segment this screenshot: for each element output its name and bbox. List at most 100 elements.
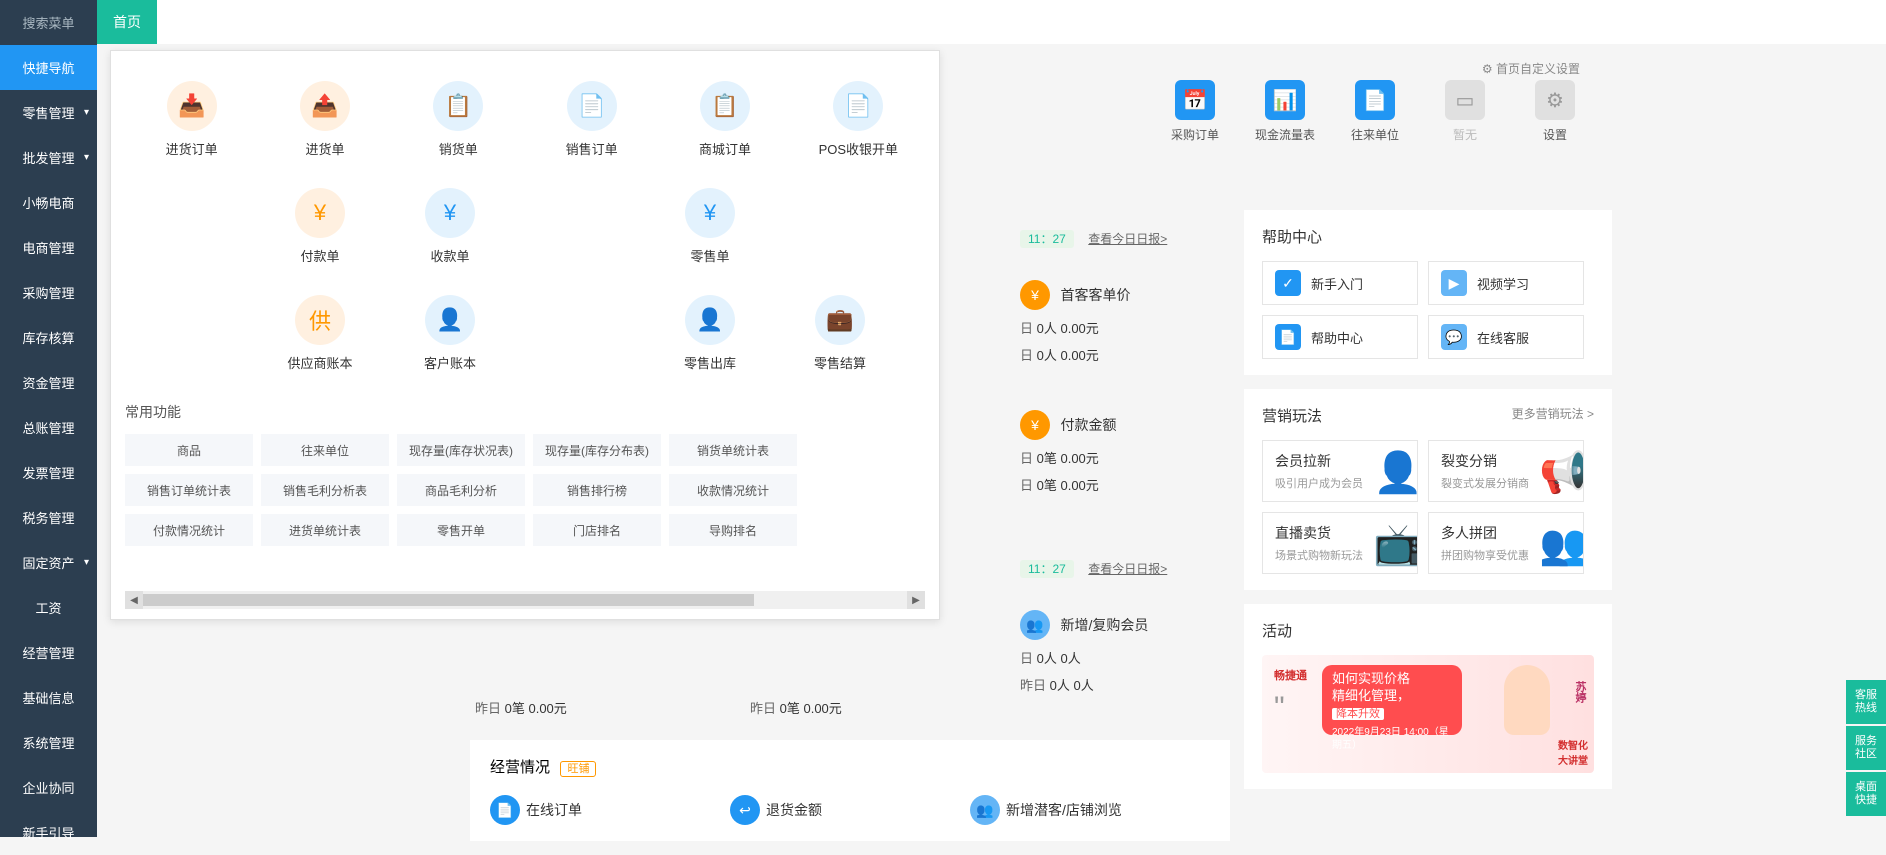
- func-sales-stat[interactable]: 销货单统计表: [669, 434, 797, 466]
- help-getting-started[interactable]: ✓新手入门: [1262, 261, 1418, 305]
- func-salesorder-stat[interactable]: 销售订单统计表: [125, 474, 253, 506]
- func-partner[interactable]: 往来单位: [261, 434, 389, 466]
- tab-home[interactable]: 首页: [97, 0, 157, 44]
- flow-label: 进货单: [305, 139, 344, 158]
- money-icon: ¥: [295, 188, 345, 238]
- scroll-thumb[interactable]: [143, 594, 754, 606]
- doc-icon: 📄: [1355, 80, 1395, 120]
- sidebar-item-tax[interactable]: 税务管理: [0, 495, 97, 540]
- help-video[interactable]: ▶视频学习: [1428, 261, 1584, 305]
- float-desktop[interactable]: 桌面快捷: [1846, 772, 1886, 816]
- biz-title: 经营情况: [490, 759, 550, 776]
- flow-mall-order[interactable]: 📋商城订单: [660, 81, 790, 158]
- promo-fission[interactable]: 裂变分销裂变式发展分销商📢: [1428, 440, 1584, 502]
- flow-payment[interactable]: ¥付款单: [255, 188, 385, 265]
- promo-member[interactable]: 会员拉新吸引用户成为会员👤: [1262, 440, 1418, 502]
- promo-group[interactable]: 多人拼团拼团购物享受优惠👥: [1428, 512, 1584, 574]
- func-store-rank[interactable]: 门店排名: [533, 514, 661, 546]
- sidebar-item-ecommerce[interactable]: 电商管理: [0, 225, 97, 270]
- shortcut-purchase-order[interactable]: 📅采购订单: [1150, 80, 1240, 143]
- flow-label: 零售单: [690, 246, 729, 265]
- scroll-track[interactable]: [143, 594, 907, 606]
- scroll-left-icon[interactable]: ◀: [125, 591, 143, 609]
- func-receipt-stat[interactable]: 收款情况统计: [669, 474, 797, 506]
- biz-online-order[interactable]: 📄在线订单: [490, 795, 730, 825]
- biz-refund[interactable]: ↩退货金额: [730, 795, 970, 825]
- flow-sales-order[interactable]: 📄销售订单: [527, 81, 657, 158]
- stat-line: 日 0笔 0.00元: [1020, 475, 1220, 494]
- activity-title: 活动: [1262, 620, 1594, 641]
- func-product-profit[interactable]: 商品毛利分析: [397, 474, 525, 506]
- flow-sales-bill[interactable]: 📋销货单: [393, 81, 523, 158]
- sidebar-item-guide[interactable]: 新手引导: [0, 810, 97, 855]
- sidebar-item-system[interactable]: 系统管理: [0, 720, 97, 765]
- sidebar-item-quicknav[interactable]: 快捷导航: [0, 45, 97, 90]
- promo-live[interactable]: 直播卖货场景式购物新玩法📺: [1262, 512, 1418, 574]
- report-time-badge: 11：27: [1020, 230, 1074, 248]
- scroll-right-icon[interactable]: ▶: [907, 591, 925, 609]
- flow-purchase-order[interactable]: 📥进货订单: [127, 81, 257, 158]
- sidebar-item-enterprise[interactable]: 企业协同: [0, 765, 97, 810]
- shortcut-label: 往来单位: [1351, 126, 1399, 143]
- sidebar-item-salary[interactable]: 工资: [0, 585, 97, 630]
- flow-pos-bill[interactable]: 📄POS收银开单: [793, 81, 923, 158]
- float-community[interactable]: 服务社区: [1846, 726, 1886, 770]
- sidebar-item-invoice[interactable]: 发票管理: [0, 450, 97, 495]
- flow-label: POS收银开单: [819, 139, 898, 158]
- biz-new-visitor[interactable]: 👥新增潜客/店铺浏览: [970, 795, 1210, 825]
- sidebar-item-wholesale[interactable]: 批发管理▾: [0, 135, 97, 180]
- flow-retail-out[interactable]: 👤零售出库: [645, 295, 775, 372]
- sidebar-item-assets[interactable]: 固定资产▾: [0, 540, 97, 585]
- shortcut-cashflow[interactable]: 📊现金流量表: [1240, 80, 1330, 143]
- shortcut-partner[interactable]: 📄 往来单位: [1330, 80, 1420, 143]
- help-title: 帮助中心: [1262, 226, 1594, 247]
- list-icon: 📋: [433, 81, 483, 131]
- float-hotline[interactable]: 客服热线: [1846, 680, 1886, 724]
- func-stock-dist[interactable]: 现存量(库存分布表): [533, 434, 661, 466]
- sidebar-item-inventory[interactable]: 库存核算: [0, 315, 97, 360]
- chat-icon: 💬: [1441, 324, 1467, 350]
- customize-home-link[interactable]: 首页自定义设置: [1482, 60, 1580, 77]
- gear-icon: ⚙: [1535, 80, 1575, 120]
- func-product[interactable]: 商品: [125, 434, 253, 466]
- func-stock-status[interactable]: 现存量(库存状况表): [397, 434, 525, 466]
- stat-line: 日 0人 0.00元: [1020, 345, 1220, 364]
- shortcut-settings[interactable]: ⚙设置: [1510, 80, 1600, 143]
- marketing-more-link[interactable]: 更多营销玩法 >: [1512, 405, 1594, 422]
- flow-receipt[interactable]: ¥收款单: [385, 188, 515, 265]
- func-sales-profit[interactable]: 销售毛利分析表: [261, 474, 389, 506]
- view-daily-report-link[interactable]: 查看今日日报>: [1088, 562, 1167, 576]
- view-daily-report-link[interactable]: 查看今日日报>: [1088, 232, 1167, 246]
- yen-icon: ¥: [1020, 410, 1050, 440]
- sidebar-item-purchase[interactable]: 采购管理: [0, 270, 97, 315]
- func-purchase-stat[interactable]: 进货单统计表: [261, 514, 389, 546]
- flow-supplier-ledger[interactable]: 供供应商账本: [255, 295, 385, 372]
- flow-retail-bill[interactable]: ¥零售单: [645, 188, 775, 265]
- flow-customer-ledger[interactable]: 👤客户账本: [385, 295, 515, 372]
- help-chat[interactable]: 💬在线客服: [1428, 315, 1584, 359]
- sidebar-item-retail[interactable]: 零售管理▾: [0, 90, 97, 135]
- sidebar-item-ledger[interactable]: 总账管理: [0, 405, 97, 450]
- flow-label: 客户账本: [424, 353, 476, 372]
- activity-banner[interactable]: 畅捷通 " 如何实现价格 精细化管理， 降本升效 2022年9月23日 14:0…: [1262, 655, 1594, 773]
- help-center[interactable]: 📄帮助中心: [1262, 315, 1418, 359]
- flow-retail-settle[interactable]: 💼零售结算: [775, 295, 905, 372]
- sidebar-search[interactable]: 搜索菜单: [0, 0, 97, 45]
- sidebar-item-xiaochang[interactable]: 小畅电商: [0, 180, 97, 225]
- chevron-down-icon: ▾: [84, 557, 89, 568]
- func-sales-rank[interactable]: 销售排行榜: [533, 474, 661, 506]
- sidebar-item-basicinfo[interactable]: 基础信息: [0, 675, 97, 720]
- shortcut-bar: 📅采购订单 📊现金流量表 📄往来单位 ▭暂无 ⚙设置: [1070, 80, 1600, 143]
- horizontal-scrollbar[interactable]: ◀ ▶: [125, 591, 925, 609]
- func-guide-rank[interactable]: 导购排名: [669, 514, 797, 546]
- activity-panel: 活动 畅捷通 " 如何实现价格 精细化管理， 降本升效 2022年9月23日 1…: [1244, 604, 1612, 789]
- flow-purchase-bill[interactable]: 📤进货单: [260, 81, 390, 158]
- func-retail-bill[interactable]: 零售开单: [397, 514, 525, 546]
- user-icon: 👤: [685, 295, 735, 345]
- sidebar-item-operation[interactable]: 经营管理: [0, 630, 97, 675]
- marketing-panel: 营销玩法更多营销玩法 > 会员拉新吸引用户成为会员👤 裂变分销裂变式发展分销商📢…: [1244, 389, 1612, 590]
- sidebar-item-funds[interactable]: 资金管理: [0, 360, 97, 405]
- help-label: 新手入门: [1311, 274, 1363, 293]
- report-time-badge: 11：27: [1020, 560, 1074, 578]
- func-payment-stat[interactable]: 付款情况统计: [125, 514, 253, 546]
